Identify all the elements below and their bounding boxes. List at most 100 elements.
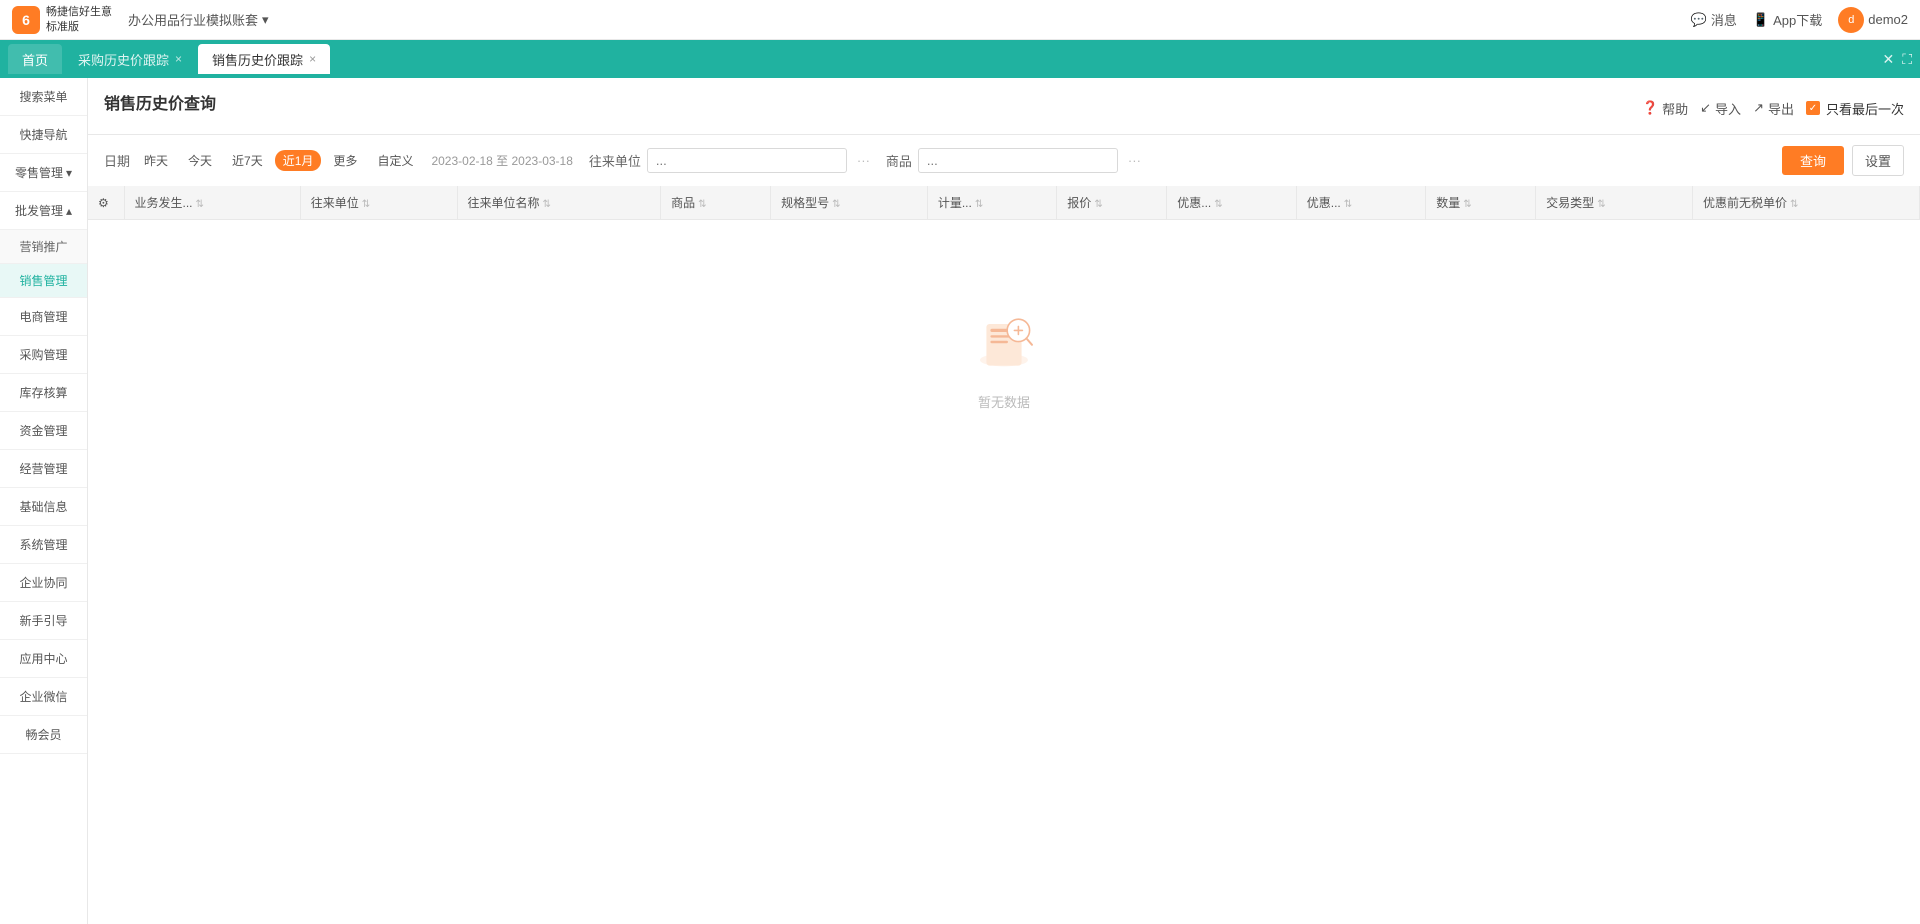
page-title: 销售历史价查询: [104, 90, 216, 114]
filter-bar: 日期 昨天 今天 近7天 近1月 更多 自定义 2023-02-18 至 202…: [88, 135, 1920, 186]
col-trade-type: 交易类型⇅: [1536, 186, 1693, 220]
col-partner-code: 往来单位⇅: [300, 186, 457, 220]
partner-more-icon[interactable]: ···: [857, 153, 870, 168]
col-pre-tax-price: 优惠前无税单价⇅: [1692, 186, 1919, 220]
tab-fullscreen-button[interactable]: ⛶: [1902, 51, 1912, 68]
sidebar-item-quick-nav[interactable]: 快捷导航: [0, 116, 87, 154]
chat-button[interactable]: 💬 消息: [1691, 10, 1737, 29]
top-bar-left: 6 畅捷信好生意 标准版 办公用品行业模拟账套 ▾: [12, 5, 277, 34]
sidebar-enterprise-label: 企业协同: [19, 576, 67, 590]
export-button[interactable]: ↗ 导出: [1753, 99, 1794, 118]
date-range-display: 2023-02-18 至 2023-03-18: [431, 152, 572, 169]
query-button[interactable]: 查询: [1782, 146, 1844, 175]
col-settings[interactable]: ⚙: [88, 186, 124, 220]
col-unit: 计量...⇅: [927, 186, 1056, 220]
sidebar-purchase-label: 采购管理: [19, 348, 67, 362]
col-spec: 规格型号⇅: [771, 186, 928, 220]
sidebar-item-operation[interactable]: 经营管理: [0, 450, 87, 488]
tab-bar-right: ✕ ⛶: [1882, 51, 1912, 68]
chevron-down-icon: ▾: [66, 166, 72, 180]
sidebar-sales-mgmt-label: 销售管理: [19, 274, 67, 288]
sidebar-item-app-center[interactable]: 应用中心: [0, 640, 87, 678]
content-area: 销售历史价查询 ❓ 帮助 ↙ 导入 ↗ 导出 ✓: [88, 78, 1920, 924]
sidebar-retail-label: 零售管理: [15, 164, 63, 181]
sidebar-operation-label: 经营管理: [19, 462, 67, 476]
import-icon: ↙: [1700, 100, 1711, 116]
chat-icon: 💬: [1691, 12, 1707, 28]
date-btn-last7[interactable]: 近7天: [224, 150, 271, 171]
sidebar-corp-wechat-label: 企业微信: [19, 690, 67, 704]
logo-line2: 标准版: [46, 20, 112, 34]
date-label: 日期: [104, 151, 130, 170]
partner-input[interactable]: [647, 148, 847, 173]
user-area[interactable]: d demo2: [1838, 7, 1908, 33]
sidebar: 搜索菜单 快捷导航 零售管理 ▾ 批发管理 ▴ 营销推广 销售管理 电商管理 采…: [0, 78, 88, 924]
col-discount1: 优惠...⇅: [1167, 186, 1296, 220]
sidebar-item-sales-mgmt[interactable]: 销售管理: [0, 264, 87, 298]
app-selector[interactable]: 办公用品行业模拟账套 ▾: [120, 10, 277, 29]
import-button[interactable]: ↙ 导入: [1700, 99, 1741, 118]
logo-icon: 6: [12, 6, 40, 34]
only-last-toggle[interactable]: ✓ 只看最后一次: [1806, 99, 1904, 118]
data-table: ⚙ 业务发生...⇅ 往来单位⇅ 往来单位名称⇅ 商品⇅ 规格型号⇅ 计量...…: [88, 186, 1920, 220]
empty-icon: [964, 300, 1044, 380]
logo-letter: 6: [22, 12, 30, 28]
app-download-label: App下载: [1773, 10, 1822, 29]
only-last-label: 只看最后一次: [1826, 99, 1904, 118]
sidebar-item-retail[interactable]: 零售管理 ▾: [0, 154, 87, 192]
sidebar-finance-label: 资金管理: [19, 424, 67, 438]
date-btn-today[interactable]: 今天: [180, 150, 220, 171]
product-more-icon[interactable]: ···: [1128, 153, 1141, 168]
sidebar-item-corp-wechat[interactable]: 企业微信: [0, 678, 87, 716]
tab-sales-label: 销售历史价跟踪: [212, 50, 303, 69]
logo-line1: 畅捷信好生意: [46, 5, 112, 19]
tab-sales[interactable]: 销售历史价跟踪 ×: [198, 44, 330, 74]
sidebar-ecommerce-label: 电商管理: [19, 310, 67, 324]
sidebar-item-purchase[interactable]: 采购管理: [0, 336, 87, 374]
tab-home[interactable]: 首页: [8, 44, 62, 74]
sidebar-item-finance[interactable]: 资金管理: [0, 412, 87, 450]
product-input[interactable]: [918, 148, 1118, 173]
chevron-down-icon: ▾: [262, 12, 269, 28]
filter-row: 日期 昨天 今天 近7天 近1月 更多 自定义 2023-02-18 至 202…: [104, 145, 1904, 176]
col-discount2: 优惠...⇅: [1296, 186, 1425, 220]
sidebar-item-member[interactable]: 畅会员: [0, 716, 87, 754]
sidebar-quick-nav-label: 快捷导航: [19, 128, 67, 142]
col-partner-name: 往来单位名称⇅: [457, 186, 661, 220]
sidebar-marketing-label: 营销推广: [19, 240, 67, 254]
tab-purchase-close[interactable]: ×: [175, 53, 182, 65]
sidebar-search-menu-label: 搜索菜单: [19, 90, 67, 104]
date-btn-last1m[interactable]: 近1月: [275, 150, 322, 171]
only-last-checkbox[interactable]: ✓: [1806, 101, 1820, 115]
sidebar-item-basic-info[interactable]: 基础信息: [0, 488, 87, 526]
help-button[interactable]: ❓ 帮助: [1642, 99, 1688, 118]
date-btn-yesterday[interactable]: 昨天: [136, 150, 176, 171]
date-btn-more[interactable]: 更多: [325, 150, 365, 171]
tab-purchase[interactable]: 采购历史价跟踪 ×: [64, 44, 196, 74]
sidebar-system-label: 系统管理: [19, 538, 67, 552]
sidebar-item-search-menu[interactable]: 搜索菜单: [0, 78, 87, 116]
tab-close-all-button[interactable]: ✕: [1882, 51, 1894, 68]
date-filter-group: 日期 昨天 今天 近7天 近1月 更多 自定义 2023-02-18 至 202…: [104, 150, 573, 171]
partner-label: 往来单位: [589, 151, 641, 170]
app-download-button[interactable]: 📱 App下载: [1753, 10, 1822, 29]
user-name: demo2: [1868, 12, 1908, 27]
sidebar-item-guide[interactable]: 新手引导: [0, 602, 87, 640]
sidebar-member-label: 畅会员: [25, 728, 61, 742]
tab-sales-close[interactable]: ×: [309, 53, 316, 65]
date-btn-custom[interactable]: 自定义: [369, 150, 421, 171]
sidebar-item-ecommerce[interactable]: 电商管理: [0, 298, 87, 336]
table-container: ⚙ 业务发生...⇅ 往来单位⇅ 往来单位名称⇅ 商品⇅ 规格型号⇅ 计量...…: [88, 186, 1920, 924]
setting-button[interactable]: 设置: [1852, 145, 1904, 176]
chevron-up-icon: ▴: [66, 204, 72, 218]
sidebar-item-marketing[interactable]: 营销推广: [0, 230, 87, 264]
sidebar-item-enterprise[interactable]: 企业协同: [0, 564, 87, 602]
sidebar-item-inventory[interactable]: 库存核算: [0, 374, 87, 412]
table-header-row: ⚙ 业务发生...⇅ 往来单位⇅ 往来单位名称⇅ 商品⇅ 规格型号⇅ 计量...…: [88, 186, 1920, 220]
sidebar-guide-label: 新手引导: [19, 614, 67, 628]
help-label: 帮助: [1662, 99, 1688, 118]
sidebar-item-wholesale[interactable]: 批发管理 ▴: [0, 192, 87, 230]
sidebar-basic-info-label: 基础信息: [19, 500, 67, 514]
sidebar-item-system[interactable]: 系统管理: [0, 526, 87, 564]
date-options: 昨天 今天 近7天 近1月 更多 自定义: [136, 150, 421, 171]
